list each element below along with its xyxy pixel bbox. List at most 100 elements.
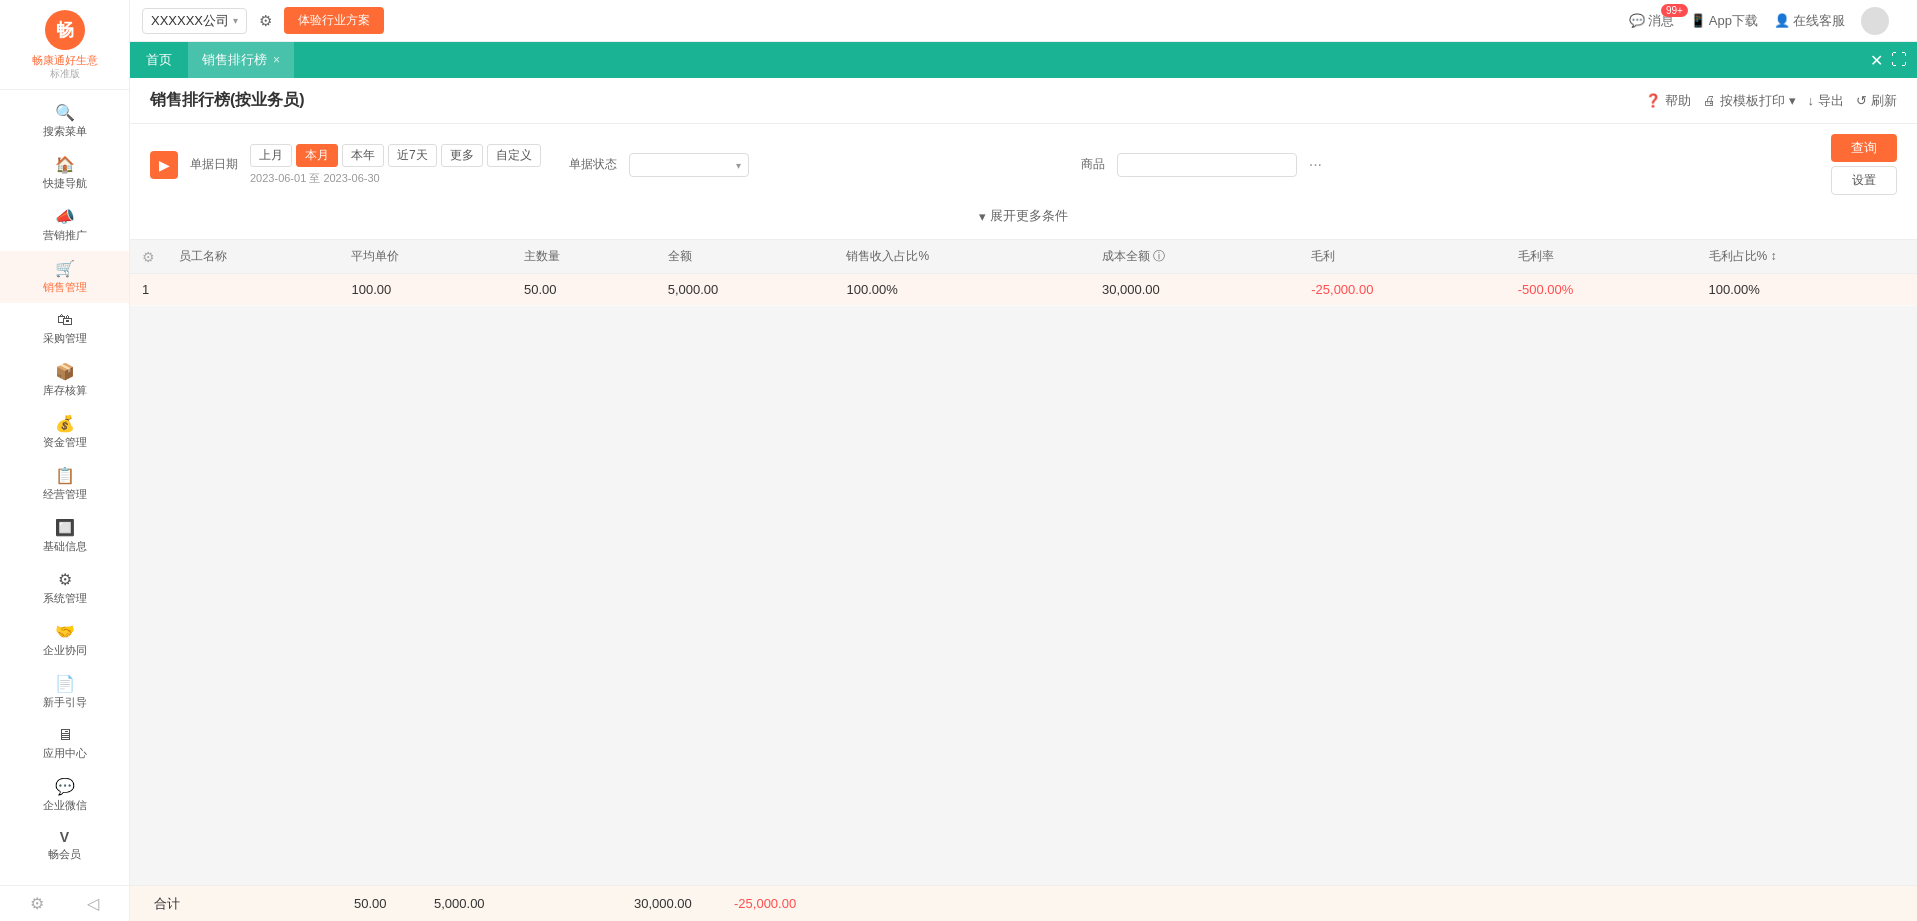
sidebar-item-purchase[interactable]: 🛍 采购管理 [0,303,129,354]
expand-chevron-icon: ▾ [979,209,986,224]
main-area: XXXXXX公司 ▾ ⚙ 体验行业方案 💬 消息 99+ 📱 App下载 👤 在… [130,0,1917,921]
footer-amount: 5,000.00 [422,896,522,911]
sidebar-item-marketing[interactable]: 📣 营销推广 [0,199,129,251]
th-cost: 成本全额 ⓘ [1090,240,1299,274]
sidebar-item-search[interactable]: 🔍 搜索菜单 [0,95,129,147]
custom-date-button[interactable]: 自定义 [487,144,541,167]
cell-profit: -25,000.00 [1299,274,1505,306]
status-filter-label: 单据状态 [569,156,617,173]
home-icon: 🏠 [55,155,75,174]
action-buttons: 查询 设置 [1831,134,1897,195]
topbar: XXXXXX公司 ▾ ⚙ 体验行业方案 💬 消息 99+ 📱 App下载 👤 在… [130,0,1917,42]
sidebar-item-system[interactable]: ⚙ 系统管理 [0,562,129,614]
online-service-button[interactable]: 👤 在线客服 [1774,12,1845,30]
export-button[interactable]: ↓ 导出 [1808,92,1845,110]
tab-maximize-icon[interactable]: ⛶ [1891,51,1907,69]
export-icon: ↓ [1808,93,1815,108]
status-select-wrapper [629,153,749,177]
sidebar-item-sales[interactable]: 🛒 销售管理 [0,251,129,303]
company-name: XXXXXX公司 [151,12,229,30]
purchase-icon: 🛍 [57,311,73,329]
expand-label: 展开更多条件 [990,207,1068,225]
logo-text: 畅康通好生意 [32,53,98,67]
guide-icon: 📄 [55,674,75,693]
more-date-button[interactable]: 更多 [441,144,483,167]
topbar-right: 💬 消息 99+ 📱 App下载 👤 在线客服 [1629,7,1905,35]
filter-toggle-button[interactable]: ▶ [150,151,178,179]
sidebar-item-label: 资金管理 [43,435,87,450]
cell-index: 1 [130,274,167,306]
th-sales-pct: 销售收入占比% [834,240,1090,274]
tab-close-icon[interactable]: × [273,53,280,67]
trial-button[interactable]: 体验行业方案 [284,7,384,34]
query-button[interactable]: 查询 [1831,134,1897,162]
tab-home-label: 首页 [146,51,172,69]
refresh-label: 刷新 [1871,92,1897,110]
logo-icon: 畅 [45,10,85,50]
goods-more-icon[interactable]: ··· [1309,156,1322,174]
sidebar-item-label: 企业微信 [43,798,87,813]
last-month-button[interactable]: 上月 [250,144,292,167]
print-icon: 🖨 [1703,93,1716,108]
table-body: 1 100.00 50.00 5,000.00 100.00% 30,000.0… [130,274,1917,306]
status-select[interactable] [629,153,749,177]
apps-icon: 🖥 [57,726,73,744]
table-settings-icon[interactable]: ⚙ [142,249,155,265]
finance-icon: 💰 [55,414,75,433]
tab-home[interactable]: 首页 [130,42,188,78]
sidebar-item-enterprise[interactable]: 🤝 企业协同 [0,614,129,666]
sidebar-item-member[interactable]: V 畅会员 [0,821,129,870]
help-icon: ❓ [1645,93,1661,108]
sidebar-item-inventory[interactable]: 📦 库存核算 [0,354,129,406]
company-selector[interactable]: XXXXXX公司 ▾ [142,8,247,34]
recent7-button[interactable]: 近7天 [388,144,437,167]
cell-profit-rate: -500.00% [1506,274,1697,306]
data-table: ⚙ 员工名称 平均单价 主数量 全额 销售收入占比% 成本全额 ⓘ 毛利 毛利率… [130,240,1917,306]
help-button[interactable]: ❓ 帮助 [1645,92,1691,110]
company-chevron-icon: ▾ [233,15,238,26]
collapse-icon[interactable]: ◁ [87,894,99,913]
tab-sales-ranking[interactable]: 销售排行榜 × [188,42,294,78]
sidebar-bottom: ⚙ ◁ [0,885,129,921]
app-download-label: App下载 [1709,12,1758,30]
content-area: 销售排行榜(按业务员) ❓ 帮助 🖨 按模板打印 ▾ ↓ 导出 ↺ 刷新 [130,78,1917,921]
sidebar-item-basic-info[interactable]: 🔲 基础信息 [0,510,129,562]
print-button[interactable]: 🖨 按模板打印 ▾ [1703,92,1796,110]
print-chevron-icon: ▾ [1789,93,1796,108]
goods-input[interactable] [1117,153,1297,177]
sidebar-item-guide[interactable]: 📄 新手引导 [0,666,129,718]
sidebar-item-operations[interactable]: 📋 经营管理 [0,458,129,510]
message-button[interactable]: 💬 消息 99+ [1629,12,1674,30]
table-row: 1 100.00 50.00 5,000.00 100.00% 30,000.0… [130,274,1917,306]
goods-filter-label: 商品 [1081,156,1105,173]
topbar-gear-icon[interactable]: ⚙ [259,12,272,30]
message-icon: 💬 [1629,13,1645,28]
page-actions: ❓ 帮助 🖨 按模板打印 ▾ ↓ 导出 ↺ 刷新 [1645,92,1898,122]
avatar[interactable] [1861,7,1889,35]
tab-right-controls: ✕ ⛶ [1870,51,1917,70]
app-download-button[interactable]: 📱 App下载 [1690,12,1758,30]
download-icon: 📱 [1690,13,1706,28]
sidebar: 畅 畅康通好生意 标准版 🔍 搜索菜单 🏠 快捷导航 📣 营销推广 🛒 销售管理… [0,0,130,921]
current-month-button[interactable]: 本月 [296,144,338,167]
th-profit-pct: 毛利占比% ↕ [1697,240,1918,274]
help-label: 帮助 [1665,92,1691,110]
tabbar: 首页 销售排行榜 × ✕ ⛶ [130,42,1917,78]
sidebar-item-finance[interactable]: 💰 资金管理 [0,406,129,458]
logo-sub: 标准版 [50,67,80,81]
sidebar-item-quick-nav[interactable]: 🏠 快捷导航 [0,147,129,199]
expand-more-button[interactable]: ▾ 展开更多条件 [150,203,1897,229]
table-wrapper: ⚙ 员工名称 平均单价 主数量 全额 销售收入占比% 成本全额 ⓘ 毛利 毛利率… [130,240,1917,885]
settings-bottom-icon[interactable]: ⚙ [30,894,44,913]
th-settings: ⚙ [130,240,167,274]
footer-total-label: 合计 [142,895,262,913]
sidebar-item-wechat[interactable]: 💬 企业微信 [0,769,129,821]
refresh-button[interactable]: ↺ 刷新 [1856,92,1897,110]
member-icon: V [60,829,69,845]
filter-settings-button[interactable]: 设置 [1831,166,1897,195]
tab-close-window-icon[interactable]: ✕ [1870,51,1883,70]
footer-qty: 50.00 [342,896,422,911]
current-year-button[interactable]: 本年 [342,144,384,167]
sidebar-item-label: 畅会员 [48,847,81,862]
sidebar-item-apps[interactable]: 🖥 应用中心 [0,718,129,769]
